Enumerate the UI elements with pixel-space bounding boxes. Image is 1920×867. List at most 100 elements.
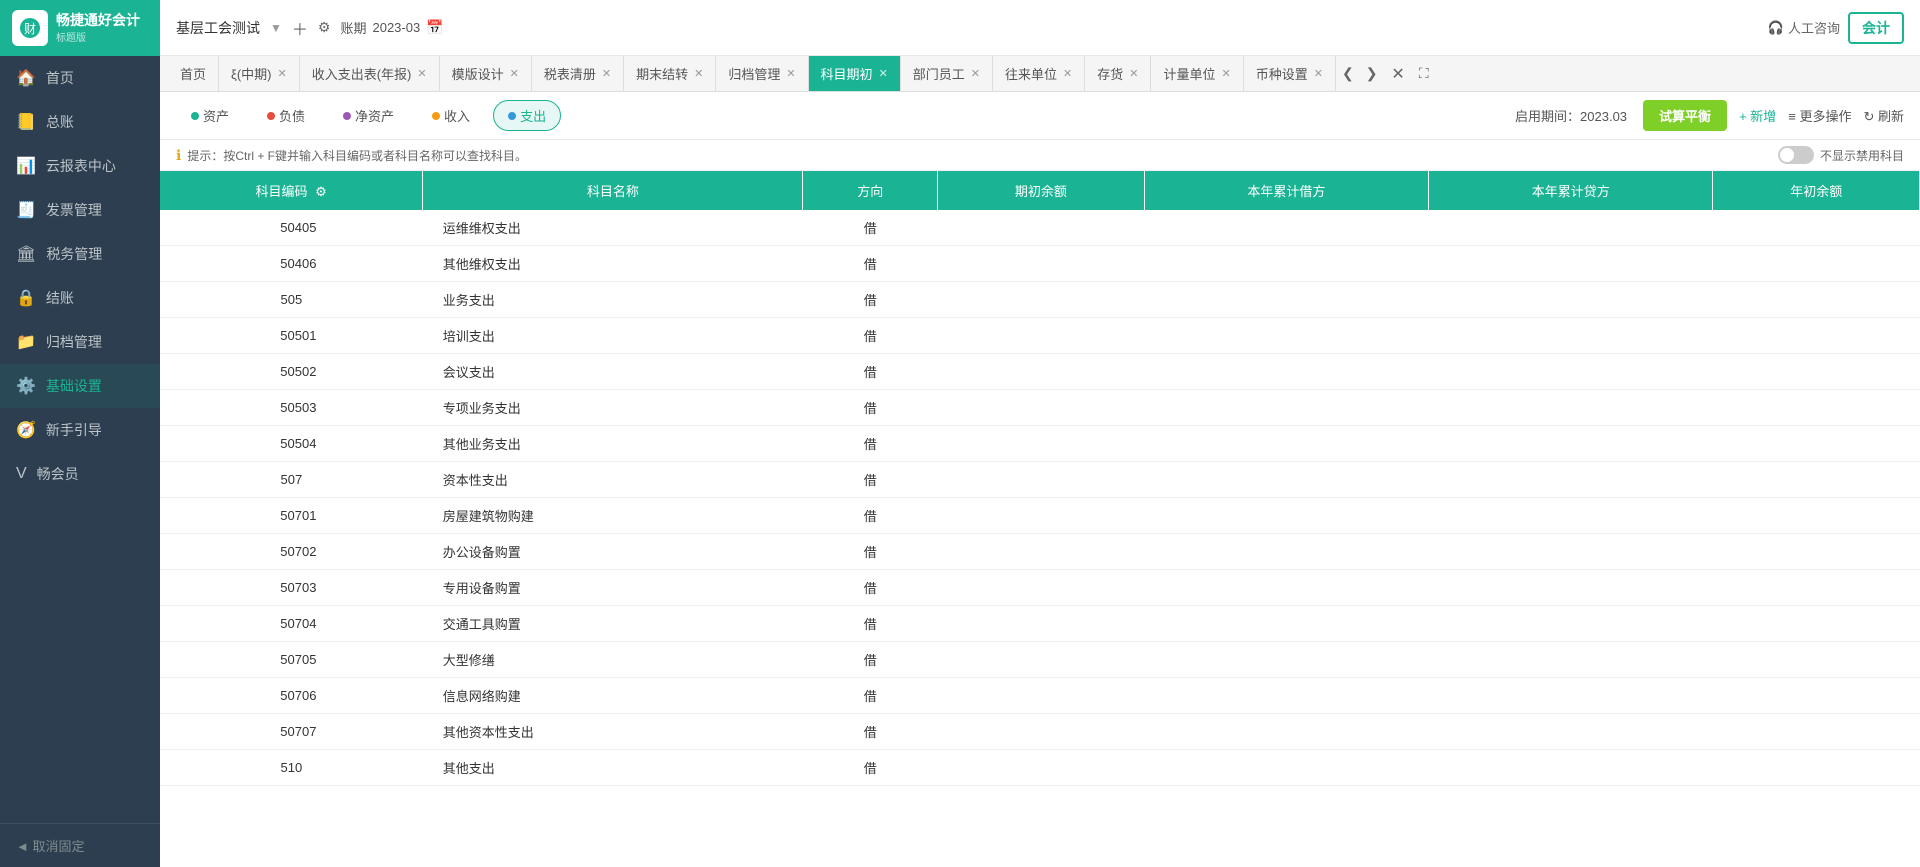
col-settings-icon[interactable]: ⚙ (315, 184, 327, 199)
tab-template[interactable]: 模版设计✕ (440, 56, 532, 92)
table-row[interactable]: 50503 专项业务支出 借 (160, 390, 1920, 426)
disable-toggle[interactable]: 不显示禁用科目 (1778, 146, 1904, 164)
cat-tab-liability[interactable]: 负债 (252, 100, 320, 131)
tab-dept_staff[interactable]: 部门员工✕ (901, 56, 993, 92)
tab-income_annual[interactable]: 收入支出表(年报)✕ (300, 56, 440, 92)
row-name: 其他资本性支出 (423, 714, 803, 750)
table-row[interactable]: 50702 办公设备购置 借 (160, 534, 1920, 570)
cat-tab-asset[interactable]: 资产 (176, 100, 244, 131)
archive-icon: 📁 (16, 332, 36, 352)
help-button[interactable]: 🎧 人工咨询 (1768, 18, 1840, 37)
sidebar-item-settings[interactable]: ⚙️基础设置 (0, 364, 160, 408)
table-row[interactable]: 505 业务支出 借 (160, 282, 1920, 318)
table-row[interactable]: 50501 培训支出 借 (160, 318, 1920, 354)
sidebar: 财 畅捷通好会计 标题版 🏠首页📒总账📊云报表中心🧾发票管理🏛税务管理🔒结账📁归… (0, 0, 160, 867)
table-row[interactable]: 50405 运维维权支出 借 (160, 210, 1920, 246)
tab-currency[interactable]: 币种设置✕ (1244, 56, 1336, 92)
table-row[interactable]: 50706 信息网络购建 借 (160, 678, 1920, 714)
row-ytd-debit (1144, 426, 1428, 462)
sidebar-item-label: 畅会员 (37, 464, 79, 484)
row-ytd-credit (1429, 606, 1713, 642)
row-name: 专项业务支出 (423, 390, 803, 426)
tab-prev-button[interactable]: ❮ (1336, 65, 1360, 82)
tip-message: 提示：按Ctrl + F键并输入科目编码或者科目名称可以查找科目。 (187, 147, 527, 164)
refresh-button[interactable]: ↻ 刷新 (1863, 106, 1904, 125)
tab-close-icon[interactable]: ✕ (1063, 67, 1072, 80)
sidebar-item-close[interactable]: 🔒结账 (0, 276, 160, 320)
tab-interim[interactable]: ξ(中期)✕ (219, 56, 300, 92)
row-ytd-debit (1144, 714, 1428, 750)
tab-close-icon[interactable]: ✕ (1129, 67, 1138, 80)
balance-button[interactable]: 试算平衡 (1643, 100, 1727, 131)
table-row[interactable]: 50504 其他业务支出 借 (160, 426, 1920, 462)
tab-subject_init[interactable]: 科目期初✕ (809, 56, 901, 92)
row-direction: 借 (803, 390, 938, 426)
tab-close-icon[interactable]: ✕ (694, 67, 703, 80)
row-direction: 借 (803, 282, 938, 318)
table-row[interactable]: 50703 专用设备购置 借 (160, 570, 1920, 606)
tab-close-icon[interactable]: ✕ (510, 67, 519, 80)
tab-close-icon[interactable]: ✕ (417, 67, 426, 80)
calendar-icon[interactable]: 📅 (426, 19, 443, 36)
table-row[interactable]: 507 资本性支出 借 (160, 462, 1920, 498)
settings-icon[interactable]: ⚙ (318, 19, 331, 36)
settings-icon: ⚙️ (16, 376, 36, 396)
row-code: 50704 (160, 606, 423, 642)
tab-stock[interactable]: 存货✕ (1085, 56, 1151, 92)
tab-close-icon[interactable]: ✕ (1222, 67, 1231, 80)
row-name: 运维维权支出 (423, 210, 803, 246)
table-row[interactable]: 510 其他支出 借 (160, 750, 1920, 786)
tab-partner[interactable]: 往来单位✕ (993, 56, 1085, 92)
sidebar-item-archive[interactable]: 📁归档管理 (0, 320, 160, 364)
sidebar-item-reports[interactable]: 📊云报表中心 (0, 144, 160, 188)
sidebar-item-tax[interactable]: 🏛税务管理 (0, 232, 160, 276)
cat-label: 支出 (520, 106, 546, 125)
toggle-control[interactable] (1778, 146, 1814, 164)
row-ytd-debit (1144, 606, 1428, 642)
table-body: 50405 运维维权支出 借 50406 其他维权支出 借 505 业务支出 借… (160, 210, 1920, 786)
cat-tab-expense[interactable]: 支出 (493, 100, 561, 131)
cat-tab-income[interactable]: 收入 (417, 100, 485, 131)
table-row[interactable]: 50502 会议支出 借 (160, 354, 1920, 390)
row-code: 505 (160, 282, 423, 318)
row-direction: 借 (803, 318, 938, 354)
row-year-opening (1713, 246, 1920, 282)
tab-tax_clear[interactable]: 税表清册✕ (532, 56, 624, 92)
row-name: 大型修缮 (423, 642, 803, 678)
tab-label: 期末结转 (636, 64, 688, 83)
sidebar-logo: 财 畅捷通好会计 标题版 (0, 0, 160, 56)
add-tab-icon[interactable]: ＋ (292, 16, 308, 40)
company-dropdown-icon[interactable]: ▼ (270, 21, 282, 35)
table-row[interactable]: 50406 其他维权支出 借 (160, 246, 1920, 282)
close-all-tabs-button[interactable]: ✕ (1383, 64, 1412, 84)
row-year-opening (1713, 498, 1920, 534)
tab-unit[interactable]: 计量单位✕ (1151, 56, 1243, 92)
sidebar-item-guide[interactable]: 🧭新手引导 (0, 408, 160, 452)
expand-tabs-button[interactable]: ⛶ (1413, 65, 1435, 82)
more-button[interactable]: ≡ 更多操作 (1788, 106, 1851, 125)
account-button[interactable]: 会计 (1848, 12, 1904, 44)
row-direction: 借 (803, 246, 938, 282)
tab-next-button[interactable]: ❯ (1360, 65, 1384, 82)
sidebar-item-home[interactable]: 🏠首页 (0, 56, 160, 100)
tab-close-icon[interactable]: ✕ (602, 67, 611, 80)
sidebar-item-ledger[interactable]: 📒总账 (0, 100, 160, 144)
tab-home[interactable]: 首页 (168, 56, 219, 92)
cat-tab-equity[interactable]: 净资产 (328, 100, 409, 131)
table-row[interactable]: 50707 其他资本性支出 借 (160, 714, 1920, 750)
tab-close-icon[interactable]: ✕ (278, 67, 287, 80)
row-ytd-credit (1429, 462, 1713, 498)
add-button[interactable]: + 新增 (1739, 106, 1776, 125)
tab-archive_mgmt[interactable]: 归档管理✕ (716, 56, 808, 92)
table-row[interactable]: 50704 交通工具购置 借 (160, 606, 1920, 642)
tab-close-icon[interactable]: ✕ (879, 67, 888, 80)
table-row[interactable]: 50701 房屋建筑物购建 借 (160, 498, 1920, 534)
tab-close-icon[interactable]: ✕ (786, 67, 795, 80)
sidebar-item-member[interactable]: V畅会员 (0, 452, 160, 496)
tab-period_end[interactable]: 期末结转 ✕ (624, 56, 716, 92)
sidebar-item-invoice[interactable]: 🧾发票管理 (0, 188, 160, 232)
sidebar-footer-pin[interactable]: ◄ 取消固定 (0, 823, 160, 867)
tab-close-icon[interactable]: ✕ (971, 67, 980, 80)
tab-close-icon[interactable]: ✕ (1314, 67, 1323, 80)
table-row[interactable]: 50705 大型修缮 借 (160, 642, 1920, 678)
